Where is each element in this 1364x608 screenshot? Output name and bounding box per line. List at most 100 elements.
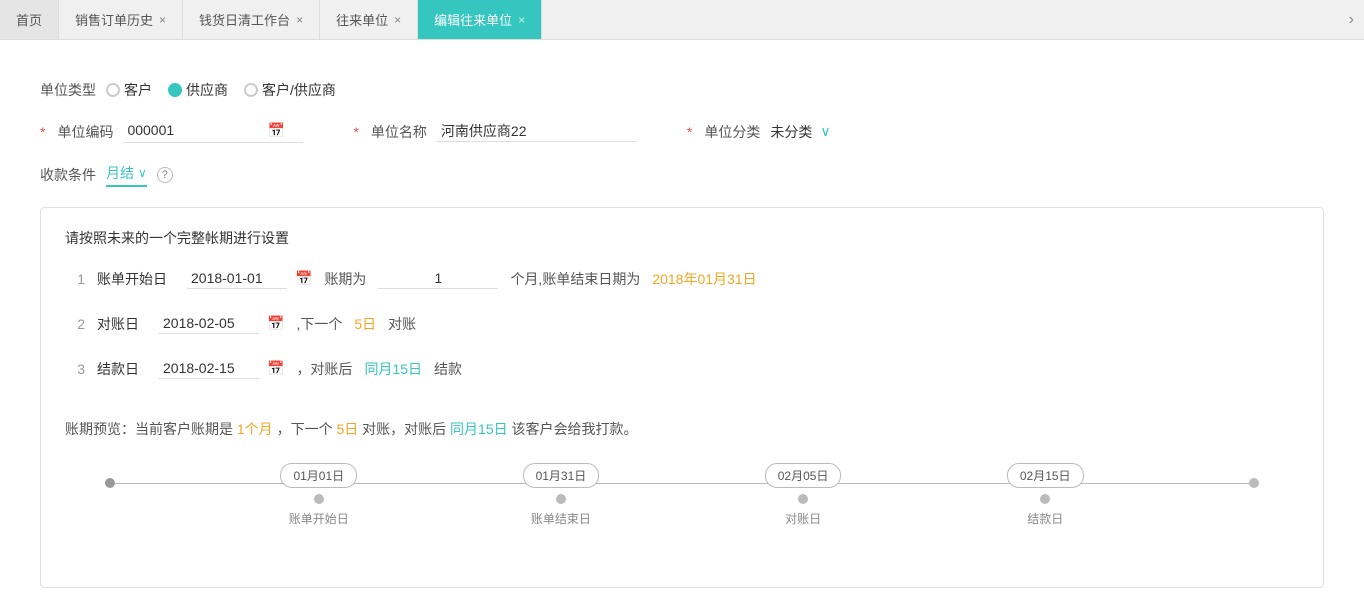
setting-row-1: 1 账单开始日 📅 账期为 个月,账单结束日期为 2018年01月31日: [65, 268, 1299, 289]
date-field-2: 📅: [159, 313, 284, 334]
start-dot: [105, 478, 115, 488]
row-num-2: 2: [65, 316, 85, 332]
timeline-dot-4: [1040, 494, 1050, 504]
unit-name-label: 单位名称: [371, 122, 427, 142]
row-label-2: 对账日: [97, 314, 139, 334]
unit-type-row: 单位类型 客户 供应商 客户/供应商: [40, 80, 1324, 100]
radio-customer-supplier-label: 客户/供应商: [262, 80, 336, 100]
period-prefix: 账期为: [324, 269, 366, 289]
timeline-end-dot: [1249, 463, 1259, 488]
unit-info-row: * 单位编码 📅 * 单位名称 * 单位分类 未分类 ∨: [40, 120, 1324, 143]
payment-condition-label: 收款条件: [40, 165, 96, 185]
reconcile-date-calendar-icon[interactable]: 📅: [267, 315, 284, 332]
reconcile-highlight: 5日: [354, 314, 376, 334]
date-field-3: 📅: [159, 358, 284, 379]
timeline-label-3: 对账日: [785, 510, 821, 527]
preview-part2: 5日: [336, 421, 358, 437]
timeline-point-2: 01月31日 账单结束日: [523, 463, 600, 527]
unit-code-icon[interactable]: 📅: [267, 122, 284, 139]
period-value-input[interactable]: [378, 268, 498, 289]
payment-suffix: 结款: [434, 359, 462, 379]
date-field-1: 📅: [187, 268, 312, 289]
payment-condition-select[interactable]: 月结 ∨: [106, 163, 147, 187]
timeline-point-3: 02月05日 对账日: [765, 463, 842, 527]
preview-suffix: 该客户会给我打款。: [512, 421, 638, 437]
tabs-scroll-arrow[interactable]: ›: [1339, 0, 1364, 39]
unit-name-required: *: [353, 124, 358, 140]
tab-cash-work-label: 钱货日清工作台: [199, 10, 290, 29]
preview-part1: 1个月: [237, 421, 273, 437]
radio-customer-supplier[interactable]: 客户/供应商: [244, 80, 336, 100]
timeline-badge-1: 01月01日: [280, 463, 357, 488]
setting-row-2: 2 对账日 📅 ,下一个 5日 对账: [65, 313, 1299, 334]
tab-cash-work[interactable]: 钱货日清工作台 ×: [183, 0, 320, 39]
tab-sales-history-label: 销售订单历史: [75, 10, 153, 29]
payment-prefix: ，对账后: [296, 359, 352, 379]
timeline-badge-2: 01月31日: [523, 463, 600, 488]
tab-cash-work-close[interactable]: ×: [296, 13, 303, 27]
unit-code-field: 📅: [123, 120, 303, 143]
timeline-point-4: 02月15日 结款日: [1007, 463, 1084, 527]
row-num-3: 3: [65, 361, 85, 377]
setting-card: 请按照未来的一个完整帐期进行设置 1 账单开始日 📅 账期为 个月,账单结束日期…: [40, 207, 1324, 588]
timeline-dot-2: [556, 494, 566, 504]
tab-sales-history-close[interactable]: ×: [159, 13, 166, 27]
payment-help-icon[interactable]: ?: [157, 167, 173, 183]
preview-text: 账期预览：当前客户账期是 1个月 ，下一个 5日 对账，对账后 同月15日 该客…: [65, 419, 1299, 439]
radio-customer-supplier-circle: [244, 83, 258, 97]
timeline-label-4: 结款日: [1027, 510, 1063, 527]
payment-date-input[interactable]: [159, 358, 259, 379]
timeline-badge-3: 02月05日: [765, 463, 842, 488]
payment-condition-row: 收款条件 月结 ∨ ?: [40, 163, 1324, 187]
payment-condition-value: 月结: [106, 163, 134, 183]
end-dot: [1249, 478, 1259, 488]
radio-supplier[interactable]: 供应商: [168, 80, 228, 100]
tab-sales-history[interactable]: 销售订单历史 ×: [59, 0, 183, 39]
tab-partner-unit-close[interactable]: ×: [394, 13, 401, 27]
unit-category-required: *: [687, 124, 692, 140]
unit-type-radio-group: 客户 供应商 客户/供应商: [106, 80, 336, 100]
radio-customer-label: 客户: [124, 80, 152, 100]
row-label-1: 账单开始日: [97, 269, 167, 289]
start-date-input[interactable]: [187, 268, 287, 289]
setting-card-title: 请按照未来的一个完整帐期进行设置: [65, 228, 1299, 248]
unit-category-value: 未分类: [770, 122, 812, 142]
preview-section: 账期预览：当前客户账期是 1个月 ，下一个 5日 对账，对账后 同月15日 该客…: [65, 403, 1299, 567]
radio-customer[interactable]: 客户: [106, 80, 152, 100]
tab-partner-unit[interactable]: 往来单位 ×: [320, 0, 418, 39]
timeline-label-2: 账单结束日: [531, 510, 591, 527]
timeline-point-1: 01月01日 账单开始日: [280, 463, 357, 527]
setting-row-3: 3 结款日 📅 ，对账后 同月15日 结款: [65, 358, 1299, 379]
tab-edit-partner-close[interactable]: ×: [518, 13, 525, 27]
row-num-1: 1: [65, 271, 85, 287]
preview-middle2: 对账，对账后: [362, 421, 446, 437]
start-date-calendar-icon[interactable]: 📅: [295, 270, 312, 287]
payment-date-calendar-icon[interactable]: 📅: [267, 360, 284, 377]
radio-supplier-label: 供应商: [186, 80, 228, 100]
preview-middle1: ，下一个: [277, 421, 333, 437]
reconcile-prefix: ,下一个: [296, 314, 342, 334]
tab-home-label: 首页: [16, 10, 42, 29]
reconcile-suffix: 对账: [388, 314, 416, 334]
main-content: 单位类型 客户 供应商 客户/供应商 * 单位编码 📅 * 单位名称: [0, 40, 1364, 608]
unit-code-label: 单位编码: [57, 122, 113, 142]
radio-customer-circle: [106, 83, 120, 97]
unit-category-select[interactable]: 未分类 ∨: [770, 122, 830, 142]
tab-home[interactable]: 首页: [0, 0, 59, 39]
payment-condition-chevron[interactable]: ∨: [138, 166, 147, 180]
timeline-dot-1: [314, 494, 324, 504]
unit-category-label: 单位分类: [704, 122, 760, 142]
timeline-dot-3: [798, 494, 808, 504]
tab-edit-partner-label: 编辑往来单位: [434, 10, 512, 29]
payment-highlight: 同月15日: [364, 359, 422, 379]
timeline-start-dot: [105, 463, 115, 488]
unit-category-chevron[interactable]: ∨: [820, 123, 830, 140]
preview-part3: 同月15日: [450, 421, 508, 437]
row-label-3: 结款日: [97, 359, 139, 379]
tabs-bar: 首页 销售订单历史 × 钱货日清工作台 × 往来单位 × 编辑往来单位 × ›: [0, 0, 1364, 40]
unit-code-input[interactable]: [123, 120, 263, 140]
unit-name-input[interactable]: [437, 121, 637, 141]
tab-edit-partner[interactable]: 编辑往来单位 ×: [418, 0, 542, 39]
period-suffix-before-highlight: 个月,账单结束日期为: [510, 269, 640, 289]
reconcile-date-input[interactable]: [159, 313, 259, 334]
